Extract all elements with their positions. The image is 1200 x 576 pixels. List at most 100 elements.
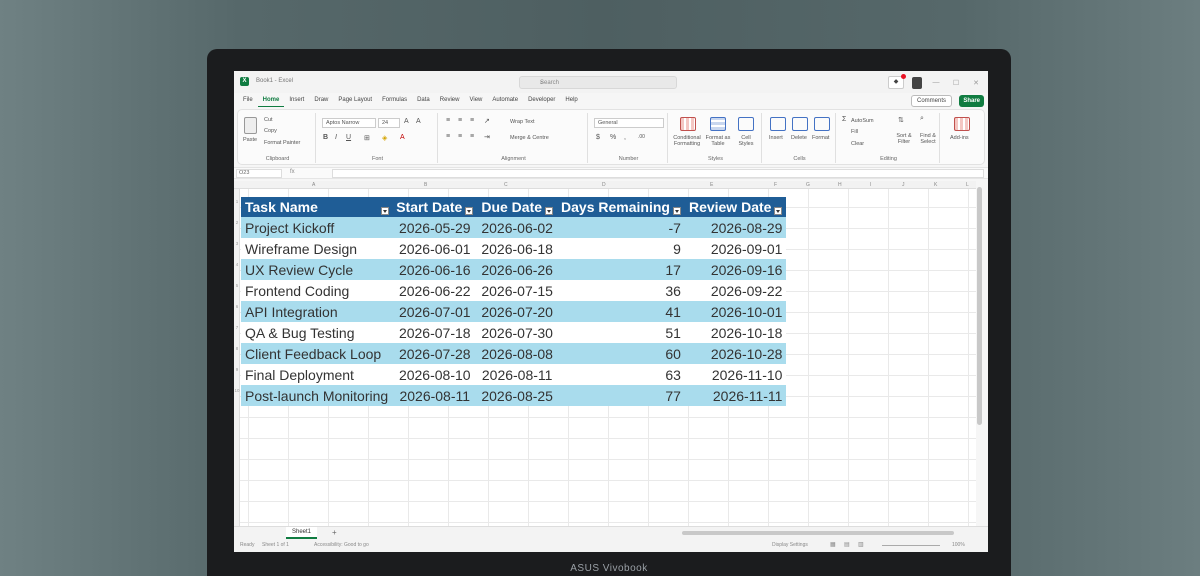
- accessibility-status[interactable]: Accessibility: Good to go: [314, 542, 369, 548]
- name-box[interactable]: O23: [236, 169, 282, 178]
- days-remaining-cell[interactable]: 63: [557, 364, 685, 385]
- days-remaining-cell[interactable]: 36: [557, 280, 685, 301]
- format-cells-button[interactable]: Format: [812, 135, 829, 141]
- row-header[interactable]: 2: [234, 220, 240, 225]
- avatar[interactable]: [912, 76, 922, 89]
- row-header[interactable]: 3: [234, 241, 240, 246]
- days-remaining-cell[interactable]: 60: [557, 343, 685, 364]
- currency-icon[interactable]: $: [596, 134, 600, 141]
- review-date-cell[interactable]: 2026-11-10: [684, 364, 787, 385]
- column-header-h[interactable]: H: [838, 182, 842, 188]
- start-date-cell[interactable]: 2026-07-01: [392, 301, 478, 322]
- menu-file[interactable]: File: [238, 93, 258, 107]
- days-remaining-cell[interactable]: 77: [557, 385, 685, 406]
- format-as-table-icon[interactable]: [710, 117, 726, 131]
- days-remaining-cell[interactable]: 17: [557, 259, 685, 280]
- due-date-cell[interactable]: 2026-06-18: [477, 238, 558, 259]
- font-name-select[interactable]: Aptos Narrow: [322, 118, 376, 128]
- insert-cells-icon[interactable]: [770, 117, 786, 131]
- copilot-button[interactable]: ◆: [888, 74, 906, 89]
- menu-automate[interactable]: Automate: [487, 93, 523, 107]
- bold-icon[interactable]: B: [323, 134, 328, 141]
- menu-help[interactable]: Help: [560, 93, 582, 107]
- page-break-view-icon[interactable]: ▥: [858, 541, 864, 548]
- menu-formulas[interactable]: Formulas: [377, 93, 412, 107]
- task-name-cell[interactable]: Client Feedback Loop: [241, 343, 393, 364]
- task-name-cell[interactable]: Post-launch Monitoring: [241, 385, 393, 406]
- review-date-cell[interactable]: 2026-09-16: [684, 259, 787, 280]
- days-remaining-cell[interactable]: 41: [557, 301, 685, 322]
- italic-icon[interactable]: I: [335, 134, 337, 141]
- fx-icon[interactable]: fx: [290, 169, 295, 175]
- autosum-button[interactable]: AutoSum: [851, 118, 874, 124]
- column-header-e[interactable]: E: [710, 182, 713, 188]
- column-header-l[interactable]: L: [966, 182, 969, 188]
- share-button[interactable]: Share: [959, 95, 984, 107]
- task-name-cell[interactable]: Project Kickoff: [241, 217, 393, 238]
- header-days-remaining[interactable]: Days Remaining: [557, 197, 685, 217]
- start-date-cell[interactable]: 2026-06-16: [392, 259, 478, 280]
- days-remaining-cell[interactable]: 9: [557, 238, 685, 259]
- format-cells-icon[interactable]: [814, 117, 830, 131]
- align-left-icon[interactable]: ≡: [446, 133, 450, 140]
- column-header-d[interactable]: D: [602, 182, 606, 188]
- fill-color-icon[interactable]: ◈: [382, 134, 387, 142]
- copy-button[interactable]: Copy: [264, 128, 277, 134]
- start-date-cell[interactable]: 2026-07-18: [392, 322, 478, 343]
- row-header[interactable]: 9: [234, 367, 240, 372]
- column-header-i[interactable]: I: [870, 182, 871, 188]
- normal-view-icon[interactable]: ▦: [830, 541, 836, 548]
- menu-developer[interactable]: Developer: [523, 93, 560, 107]
- filter-dropdown-icon[interactable]: [465, 207, 474, 215]
- filter-dropdown-icon[interactable]: [381, 207, 390, 215]
- header-start-date[interactable]: Start Date: [392, 197, 478, 217]
- insert-cells-button[interactable]: Insert: [769, 135, 783, 141]
- find-select-button[interactable]: Find & Select: [916, 133, 940, 145]
- cut-button[interactable]: Cut: [264, 117, 273, 123]
- start-date-cell[interactable]: 2026-08-11: [392, 385, 478, 406]
- delete-cells-button[interactable]: Delete: [791, 135, 807, 141]
- format-painter-button[interactable]: Format Painter: [264, 140, 300, 146]
- filter-dropdown-icon[interactable]: [672, 207, 681, 215]
- sort-filter-icon[interactable]: ⇅: [898, 116, 904, 124]
- decrease-font-icon[interactable]: A: [416, 118, 421, 125]
- orientation-icon[interactable]: ↗: [484, 117, 490, 125]
- menu-home[interactable]: Home: [257, 93, 285, 107]
- cell-styles-icon[interactable]: [738, 117, 754, 131]
- start-date-cell[interactable]: 2026-06-01: [392, 238, 478, 259]
- due-date-cell[interactable]: 2026-07-20: [477, 301, 558, 322]
- task-name-cell[interactable]: QA & Bug Testing: [241, 322, 393, 343]
- conditional-formatting-button[interactable]: Conditional Formatting: [672, 135, 702, 147]
- autosum-icon[interactable]: Σ: [842, 116, 846, 123]
- start-date-cell[interactable]: 2026-08-10: [392, 364, 478, 385]
- add-ins-button[interactable]: Add-ins: [950, 135, 969, 141]
- column-header-j[interactable]: J: [902, 182, 905, 188]
- menu-view[interactable]: View: [464, 93, 487, 107]
- column-header-b[interactable]: B: [424, 182, 427, 188]
- task-name-cell[interactable]: Frontend Coding: [241, 280, 393, 301]
- percent-icon[interactable]: %: [610, 134, 616, 141]
- row-header[interactable]: 4: [234, 262, 240, 267]
- number-format-select[interactable]: General: [594, 118, 664, 128]
- formula-input[interactable]: [332, 169, 984, 178]
- align-center-icon[interactable]: ≡: [458, 133, 462, 140]
- clear-button[interactable]: Clear: [851, 141, 864, 147]
- menu-data[interactable]: Data: [412, 93, 435, 107]
- due-date-cell[interactable]: 2026-06-26: [477, 259, 558, 280]
- column-header-f[interactable]: F: [774, 182, 777, 188]
- sort-filter-button[interactable]: Sort & Filter: [892, 133, 916, 145]
- vertical-scrollbar[interactable]: [977, 187, 982, 425]
- maximize-icon[interactable]: ☐: [950, 79, 962, 87]
- filter-dropdown-icon[interactable]: [545, 207, 554, 215]
- menu-page-layout[interactable]: Page Layout: [333, 93, 377, 107]
- row-header[interactable]: 6: [234, 304, 240, 309]
- cell-styles-button[interactable]: Cell Styles: [734, 135, 758, 147]
- menu-draw[interactable]: Draw: [309, 93, 333, 107]
- days-remaining-cell[interactable]: 51: [557, 322, 685, 343]
- minimize-icon[interactable]: —: [930, 79, 942, 86]
- task-name-cell[interactable]: Wireframe Design: [241, 238, 393, 259]
- close-icon[interactable]: ✕: [970, 79, 982, 87]
- review-date-cell[interactable]: 2026-09-01: [684, 238, 787, 259]
- underline-icon[interactable]: U: [346, 134, 351, 141]
- find-select-icon[interactable]: ⌕: [920, 115, 924, 123]
